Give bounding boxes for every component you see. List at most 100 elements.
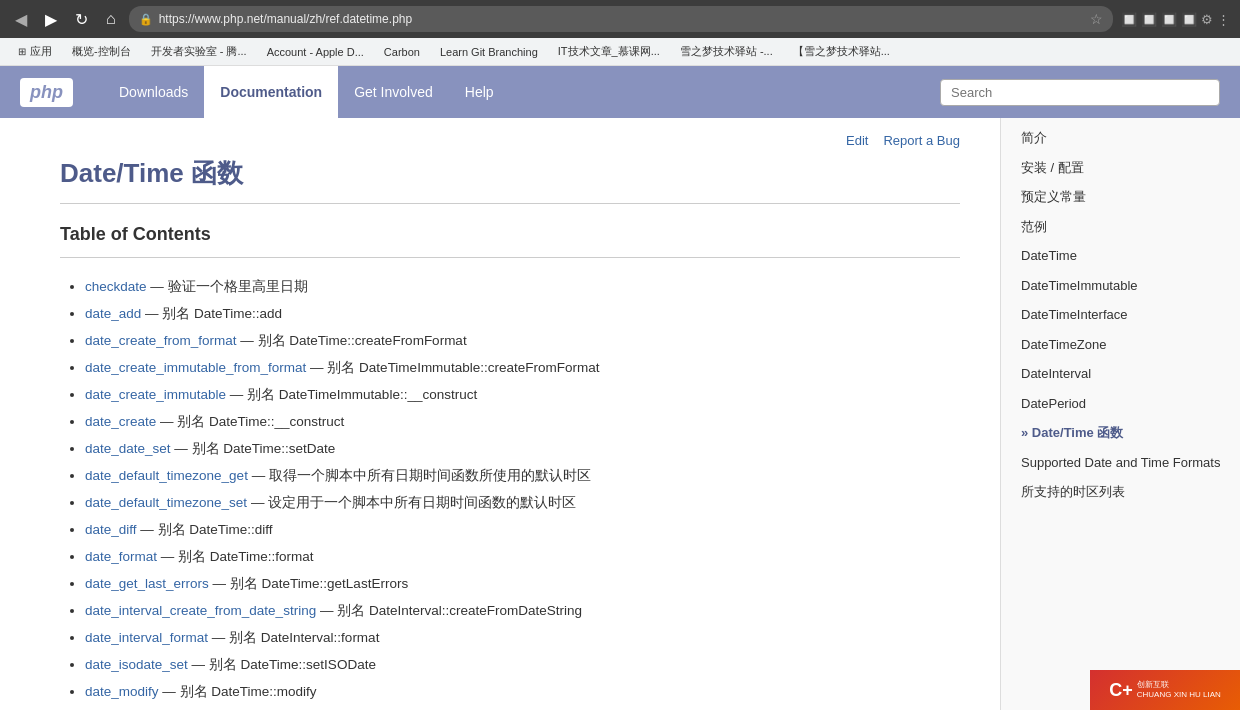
list-item: date_get_last_errors — 别名 DateTime::getL…: [85, 570, 960, 597]
browser-toolbar-icons: 🔲 🔲 🔲 🔲 ⚙ ⋮: [1121, 12, 1230, 27]
list-item: date_create_immutable_from_format — 别名 D…: [85, 354, 960, 381]
list-item: date_date_set — 别名 DateTime::setDate: [85, 435, 960, 462]
back-button[interactable]: ◀: [10, 8, 32, 31]
star-icon[interactable]: ☆: [1090, 11, 1103, 27]
toc-link[interactable]: date_add: [85, 306, 141, 321]
toc-link[interactable]: date_modify: [85, 684, 159, 699]
sidebar-link[interactable]: 安装 / 配置: [1021, 160, 1084, 175]
url-text: https://www.php.net/manual/zh/ref.dateti…: [159, 12, 1084, 26]
home-button[interactable]: ⌂: [101, 8, 121, 30]
sidebar-item[interactable]: 安装 / 配置: [1001, 153, 1240, 183]
extension-icon-2[interactable]: 🔲: [1141, 12, 1157, 27]
extension-icon-3[interactable]: 🔲: [1161, 12, 1177, 27]
forward-button[interactable]: ▶: [40, 8, 62, 31]
toc-link[interactable]: date_create_immutable: [85, 387, 226, 402]
sidebar-item[interactable]: Date/Time 函数: [1001, 418, 1240, 448]
ad-text: 创新互联CHUANG XIN HU LIAN: [1137, 680, 1221, 701]
sidebar-link[interactable]: 范例: [1021, 219, 1047, 234]
toc-link[interactable]: date_diff: [85, 522, 137, 537]
sidebar-link[interactable]: 所支持的时区列表: [1021, 484, 1125, 499]
php-logo[interactable]: php: [20, 78, 73, 107]
toc-link[interactable]: date_interval_create_from_date_string: [85, 603, 316, 618]
bookmark-gitbranching[interactable]: Learn Git Branching: [432, 44, 546, 60]
toc-link[interactable]: date_format: [85, 549, 157, 564]
ad-banner[interactable]: C+ 创新互联CHUANG XIN HU LIAN: [1090, 670, 1240, 710]
extension-icon-4[interactable]: 🔲: [1181, 12, 1197, 27]
toc-link[interactable]: checkdate: [85, 279, 147, 294]
list-item: date_default_timezone_set — 设定用于一个脚本中所有日…: [85, 489, 960, 516]
extension-icon-1[interactable]: 🔲: [1121, 12, 1137, 27]
list-item: date_format — 别名 DateTime::format: [85, 543, 960, 570]
nav-downloads[interactable]: Downloads: [103, 66, 204, 118]
bookmark-apple[interactable]: Account - Apple D...: [259, 44, 372, 60]
sidebar-item[interactable]: DateTimeInterface: [1001, 300, 1240, 330]
sidebar: 简介安装 / 配置预定义常量范例 DateTime DateTimeImmutabl…: [1000, 118, 1240, 710]
toc-link[interactable]: date_isodate_set: [85, 657, 188, 672]
toc-link[interactable]: date_get_last_errors: [85, 576, 209, 591]
apps-icon: ⊞: [18, 46, 26, 57]
nav-get-involved[interactable]: Get Involved: [338, 66, 449, 118]
toc-heading: Table of Contents: [60, 224, 960, 245]
extension-icon-5[interactable]: ⚙: [1201, 12, 1213, 27]
sidebar-item[interactable]: DateTimeZone: [1001, 330, 1240, 360]
list-item: checkdate — 验证一个格里高里日期: [85, 273, 960, 300]
main-layout: Edit Report a Bug Date/Time 函数 Table of …: [0, 118, 1240, 710]
list-item: date_offset_get — 别名 DateTime::getOffset: [85, 705, 960, 710]
list-item: date_create_from_format — 别名 DateTime::c…: [85, 327, 960, 354]
bookmark-imooc[interactable]: IT技术文章_慕课网...: [550, 42, 668, 61]
toc-link[interactable]: date_default_timezone_set: [85, 495, 247, 510]
sidebar-link[interactable]: DatePeriod: [1021, 396, 1086, 411]
sidebar-link[interactable]: Supported Date and Time Formats: [1021, 455, 1220, 470]
bookmark-xuezhi1[interactable]: 雪之梦技术驿站 -...: [672, 42, 781, 61]
bookmark-devlab[interactable]: 开发者实验室 - 腾...: [143, 42, 255, 61]
sidebar-link[interactable]: DateInterval: [1021, 366, 1091, 381]
bookmark-xuezhi2[interactable]: 【雪之梦技术驿站...: [785, 42, 898, 61]
sidebar-item[interactable]: DateTimeImmutable: [1001, 271, 1240, 301]
sidebar-item[interactable]: 简介: [1001, 123, 1240, 153]
report-bug-link[interactable]: Report a Bug: [883, 133, 960, 148]
toc-divider: [60, 257, 960, 258]
bookmark-apps[interactable]: ⊞ 应用: [10, 42, 60, 61]
sidebar-item[interactable]: DateInterval: [1001, 359, 1240, 389]
list-item: date_interval_format — 别名 DateInterval::…: [85, 624, 960, 651]
list-item: date_add — 别名 DateTime::add: [85, 300, 960, 327]
sidebar-item[interactable]: DatePeriod: [1001, 389, 1240, 419]
sidebar-link[interactable]: DateTimeInterface: [1021, 307, 1127, 322]
ad-logo: C+: [1109, 680, 1133, 701]
list-item: date_interval_create_from_date_string — …: [85, 597, 960, 624]
content-area: Edit Report a Bug Date/Time 函数 Table of …: [0, 118, 1000, 710]
sidebar-link[interactable]: DateTime: [1021, 248, 1077, 263]
sidebar-item[interactable]: 预定义常量: [1001, 182, 1240, 212]
bookmark-carbon[interactable]: Carbon: [376, 44, 428, 60]
toc-link[interactable]: date_create: [85, 414, 156, 429]
sidebar-item[interactable]: 范例: [1001, 212, 1240, 242]
sidebar-item[interactable]: DateTime: [1001, 241, 1240, 271]
list-item: date_create — 别名 DateTime::__construct: [85, 408, 960, 435]
edit-row: Edit Report a Bug: [60, 133, 960, 148]
sidebar-link[interactable]: 简介: [1021, 130, 1047, 145]
list-item: date_create_immutable — 别名 DateTimeImmut…: [85, 381, 960, 408]
nav-help[interactable]: Help: [449, 66, 510, 118]
search-input[interactable]: [940, 79, 1220, 106]
php-header: php Downloads Documentation Get Involved…: [0, 66, 1240, 118]
more-button[interactable]: ⋮: [1217, 12, 1230, 27]
page-title: Date/Time 函数: [60, 156, 960, 204]
edit-link[interactable]: Edit: [846, 133, 868, 148]
sidebar-item[interactable]: 所支持的时区列表: [1001, 477, 1240, 507]
sidebar-link[interactable]: 预定义常量: [1021, 189, 1086, 204]
list-item: date_default_timezone_get — 取得一个脚本中所有日期时…: [85, 462, 960, 489]
search-box: [940, 79, 1220, 106]
toc-link[interactable]: date_create_from_format: [85, 333, 237, 348]
toc-link[interactable]: date_date_set: [85, 441, 171, 456]
toc-link[interactable]: date_create_immutable_from_format: [85, 360, 306, 375]
nav-documentation[interactable]: Documentation: [204, 66, 338, 118]
address-bar[interactable]: 🔒 https://www.php.net/manual/zh/ref.date…: [129, 6, 1113, 32]
toc-link[interactable]: date_interval_format: [85, 630, 208, 645]
sidebar-link[interactable]: DateTimeImmutable: [1021, 278, 1138, 293]
sidebar-link[interactable]: DateTimeZone: [1021, 337, 1107, 352]
refresh-button[interactable]: ↻: [70, 8, 93, 31]
toc-list: checkdate — 验证一个格里高里日期date_add — 别名 Date…: [60, 273, 960, 710]
bookmark-console[interactable]: 概览-控制台: [64, 42, 139, 61]
toc-link[interactable]: date_default_timezone_get: [85, 468, 248, 483]
sidebar-item[interactable]: Supported Date and Time Formats: [1001, 448, 1240, 478]
